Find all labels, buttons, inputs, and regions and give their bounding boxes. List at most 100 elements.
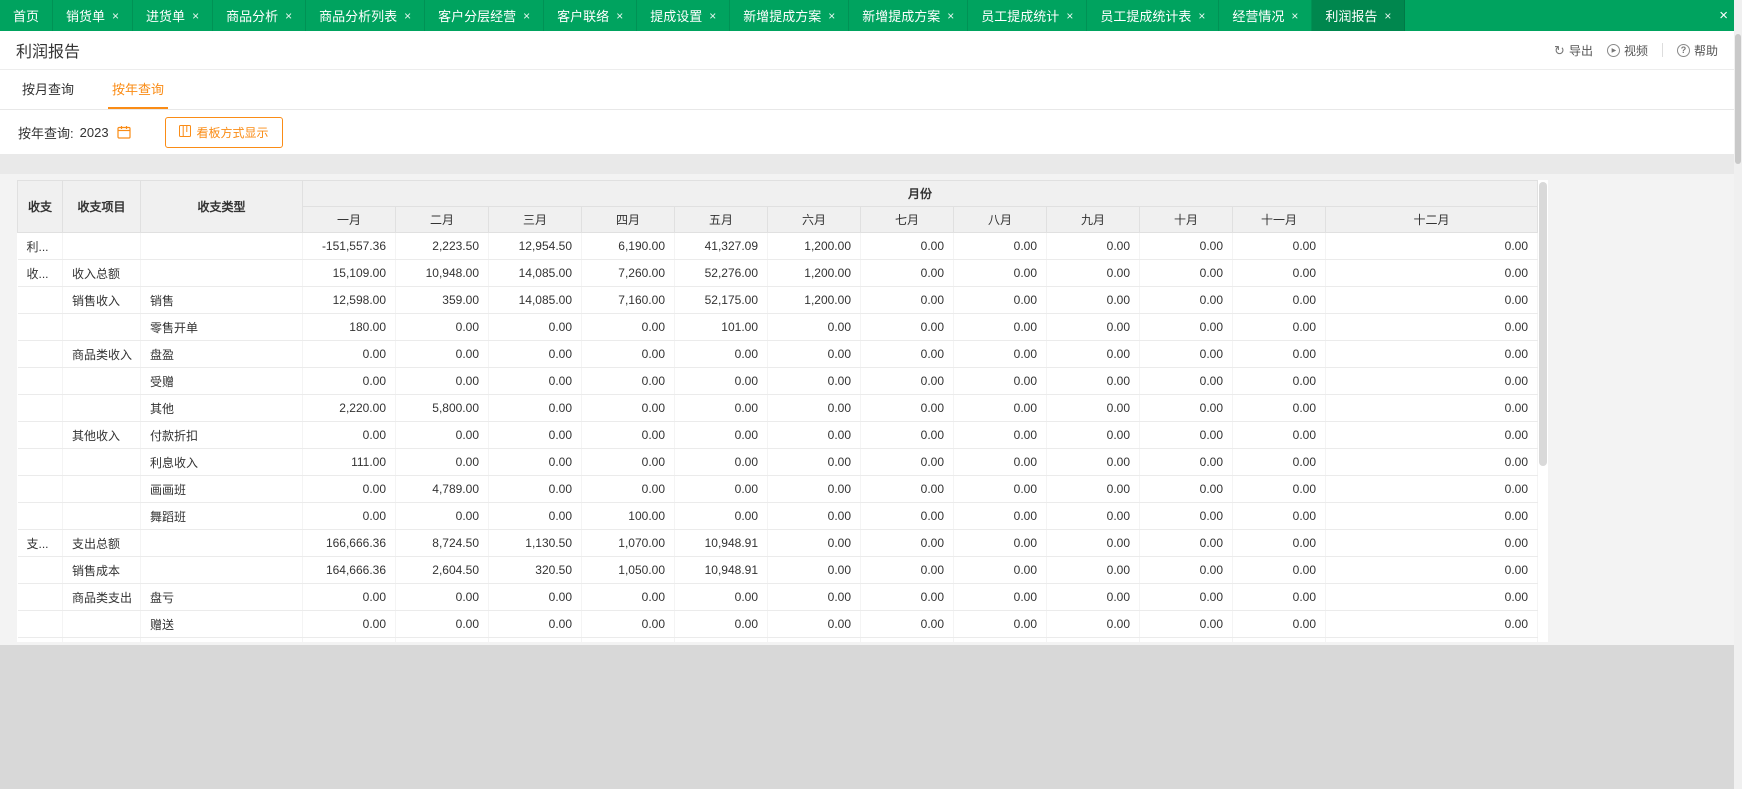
tab-close-icon[interactable]: × — [616, 10, 623, 22]
board-view-button[interactable]: 看板方式显示 — [164, 116, 283, 148]
help-action[interactable]: 帮助 — [1676, 42, 1718, 59]
nav-tab-label: 首页 — [13, 9, 40, 24]
cell-month-value: 0.00 — [488, 502, 582, 530]
cell-month-value: 0.00 — [767, 340, 861, 368]
cell-type: 盘亏 — [140, 583, 303, 611]
tab-close-icon[interactable]: × — [112, 10, 119, 22]
cell-month-value: 0.00 — [1139, 259, 1233, 287]
cell-month-value: 166,666.36 — [302, 529, 396, 557]
window-scrollbar-thumb[interactable] — [1735, 34, 1741, 164]
help-label: 帮助 — [1693, 43, 1718, 58]
video-action[interactable]: 视频 — [1606, 42, 1648, 59]
cell-month-value: 0.00 — [1139, 502, 1233, 530]
nav-tab[interactable]: 提成设置 × — [637, 0, 731, 31]
cell-income-expense — [17, 556, 63, 584]
cell-month-value: 0.00 — [1325, 529, 1538, 557]
nav-tab[interactable]: 员工提成统计表 × — [1087, 0, 1220, 31]
nav-tab[interactable]: 员工提成统计 × — [968, 0, 1088, 31]
nav-tab[interactable]: 客户联络 × — [544, 0, 638, 31]
calendar-icon[interactable] — [116, 125, 131, 139]
kanban-icon — [178, 124, 191, 140]
cell-month-value: 0.00 — [1325, 367, 1538, 395]
header-month-group: 月份 — [302, 180, 1538, 207]
cell-month-value: 0.00 — [860, 556, 954, 584]
tab-close-icon[interactable]: × — [523, 10, 530, 22]
table-row: 其他0.00630.000.000.000.000.000.000.000.00… — [17, 637, 1538, 642]
cell-item: 支出总额 — [62, 529, 141, 557]
cell-month-value: 0.00 — [953, 583, 1047, 611]
nav-tab[interactable]: 首页 — [0, 0, 54, 31]
cell-month-value: 0.00 — [581, 475, 675, 503]
tab-close-icon[interactable]: × — [404, 10, 411, 22]
nav-tab-label: 商品分析列表 — [319, 9, 398, 24]
cell-month-value: 0.00 — [1232, 394, 1326, 422]
tab-close-icon[interactable]: × — [709, 10, 716, 22]
cell-month-value: 0.00 — [953, 232, 1047, 260]
tab-monthly-query[interactable]: 按月查询 — [18, 70, 78, 109]
cell-month-value: 0.00 — [1046, 340, 1140, 368]
tab-close-icon[interactable]: × — [1198, 10, 1205, 22]
cell-month-value: 0.00 — [1232, 313, 1326, 341]
tab-close-icon[interactable]: × — [192, 10, 199, 22]
table-scrollbar-thumb[interactable] — [1539, 182, 1547, 466]
cell-month-value: 0.00 — [1139, 286, 1233, 314]
cell-month-value: 0.00 — [1046, 583, 1140, 611]
cell-month-value: 0.00 — [1232, 583, 1326, 611]
cell-month-value: 0.00 — [395, 610, 489, 638]
nav-tab[interactable]: 客户分层经营 × — [425, 0, 545, 31]
cell-month-value: 0.00 — [767, 556, 861, 584]
cell-month-value: 10,948.91 — [674, 529, 768, 557]
cell-month-value: 0.00 — [674, 637, 768, 642]
cell-month-value: 0.00 — [767, 313, 861, 341]
tab-close-icon[interactable]: × — [828, 10, 835, 22]
cell-income-expense — [17, 448, 63, 476]
nav-tab[interactable]: 新增提成方案 × — [730, 0, 850, 31]
nav-tab[interactable]: 商品分析列表 × — [306, 0, 426, 31]
cell-month-value: 0.00 — [1046, 556, 1140, 584]
window-scrollbar[interactable] — [1734, 0, 1742, 789]
cell-month-value: 359.00 — [395, 286, 489, 314]
cell-month-value: 0.00 — [488, 421, 582, 449]
cell-item — [62, 475, 141, 503]
nav-tab[interactable]: 新增提成方案 × — [849, 0, 969, 31]
cell-month-value: 0.00 — [1325, 502, 1538, 530]
tab-close-icon[interactable]: × — [1291, 10, 1298, 22]
year-value[interactable]: 2023 — [80, 125, 109, 140]
cell-income-expense — [17, 475, 63, 503]
cell-month-value: 100.00 — [581, 502, 675, 530]
cell-month-value: 0.00 — [953, 421, 1047, 449]
cell-month-value: 1,070.00 — [581, 529, 675, 557]
table-row: 销售收入 销售 12,598.00 359.00 14,085.00 7,160.00 52… — [17, 286, 1538, 314]
export-action[interactable]: 导出 — [1554, 42, 1593, 59]
cell-month-value: 0.00 — [953, 502, 1047, 530]
cell-month-value: 0.00 — [1139, 367, 1233, 395]
nav-tab[interactable]: 商品分析 × — [213, 0, 307, 31]
cell-month-value: 0.00 — [1325, 583, 1538, 611]
nav-tab-label: 客户分层经营 — [438, 9, 517, 24]
cell-month-value: 0.00 — [302, 502, 396, 530]
cell-month-value: 0.00 — [1046, 286, 1140, 314]
nav-tab[interactable]: 进货单 × — [133, 0, 214, 31]
nav-tab[interactable]: 利润报告 × — [1312, 0, 1406, 31]
video-icon — [1606, 43, 1620, 57]
cell-item — [62, 394, 141, 422]
nav-tab[interactable]: 经营情况 × — [1219, 0, 1313, 31]
table-row: 利... -151,557.36 2,223.50 12,954.50 6,190.00… — [17, 232, 1538, 260]
tab-yearly-query[interactable]: 按年查询 — [108, 70, 169, 109]
table-scrollbar[interactable] — [1539, 182, 1547, 640]
cell-month-value: 0.00 — [674, 502, 768, 530]
cell-month-value: 0.00 — [767, 529, 861, 557]
tab-close-icon[interactable]: × — [285, 10, 292, 22]
cell-month-value: 0.00 — [1232, 610, 1326, 638]
tab-close-icon[interactable]: × — [1066, 10, 1073, 22]
cell-month-value: 0.00 — [1232, 502, 1326, 530]
cell-month-value: 0.00 — [581, 313, 675, 341]
cell-month-value: 0.00 — [767, 475, 861, 503]
month-header: 一月 — [302, 206, 396, 233]
nav-tab[interactable]: 销货单 × — [53, 0, 134, 31]
month-header: 三月 — [488, 206, 582, 233]
tab-close-icon[interactable]: × — [947, 10, 954, 22]
month-header: 十月 — [1139, 206, 1233, 233]
table-row: 商品类收入 盘盈 0.00 0.00 0.00 0.00 0.00 0.00 0.00 0.00 0… — [17, 340, 1538, 368]
tab-close-icon[interactable]: × — [1384, 10, 1391, 22]
